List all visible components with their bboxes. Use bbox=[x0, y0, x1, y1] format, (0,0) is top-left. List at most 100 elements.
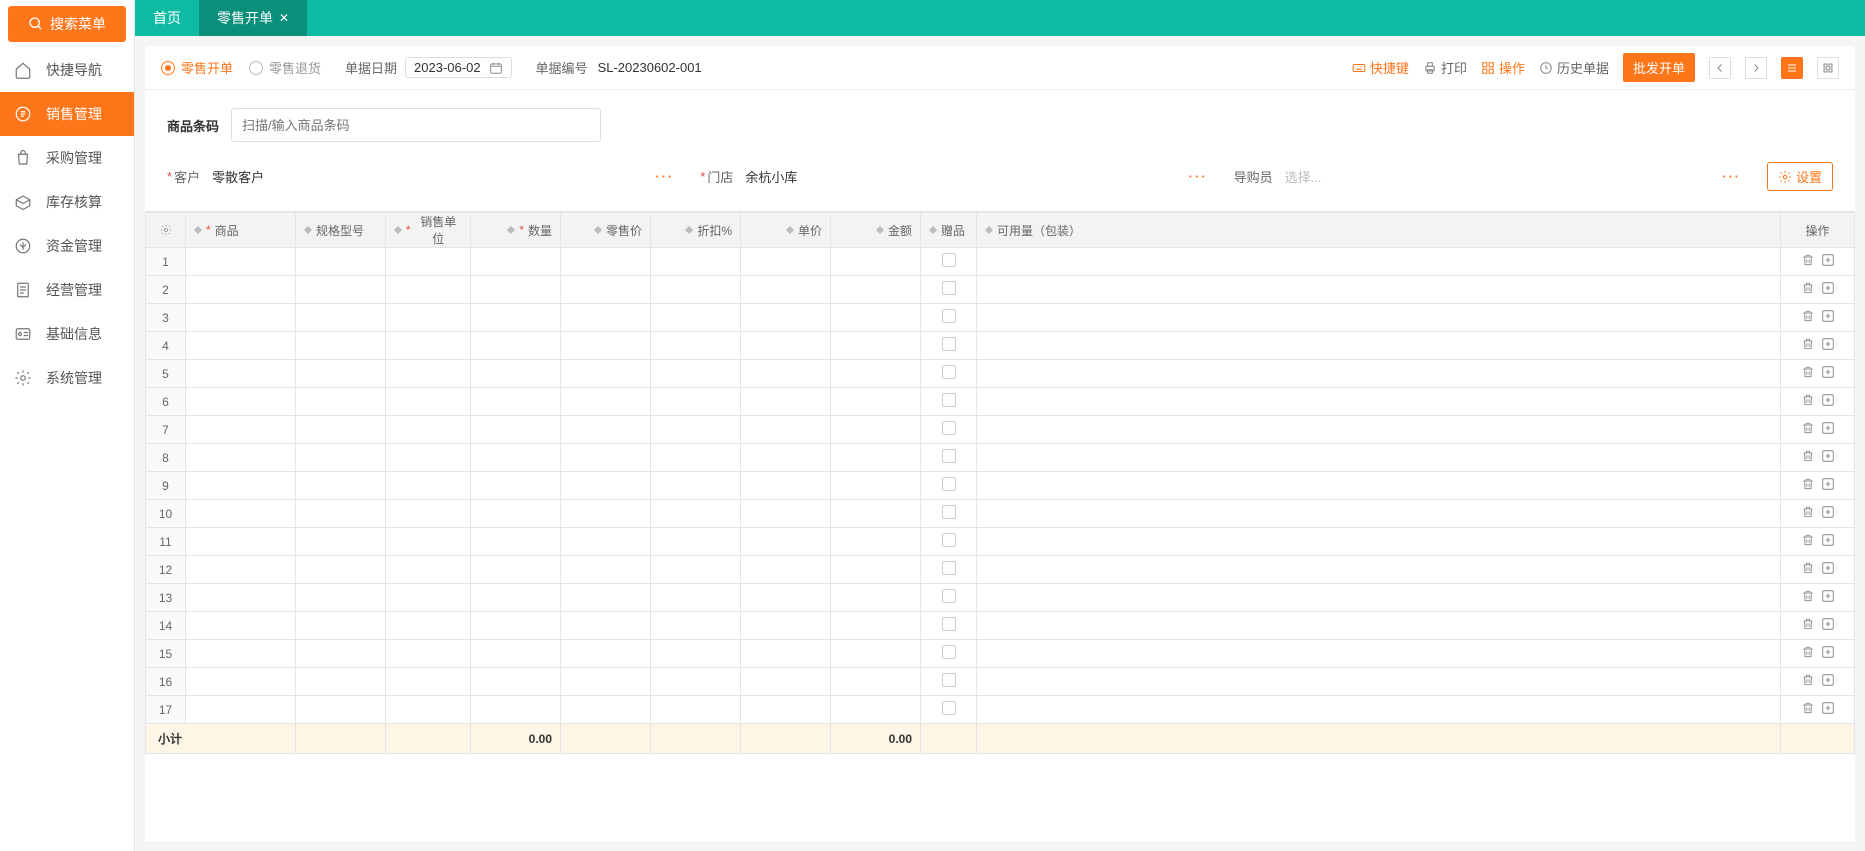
cell-unit[interactable] bbox=[386, 332, 471, 360]
cell-product[interactable] bbox=[186, 472, 296, 500]
cell-qty[interactable] bbox=[471, 388, 561, 416]
cell-retail[interactable] bbox=[561, 388, 651, 416]
cell-amount[interactable] bbox=[831, 528, 921, 556]
cell-discount[interactable] bbox=[651, 332, 741, 360]
delete-row-button[interactable] bbox=[1801, 645, 1815, 659]
cell-qty[interactable] bbox=[471, 416, 561, 444]
cell-price[interactable] bbox=[741, 612, 831, 640]
sidebar-item-sales[interactable]: 销售管理 bbox=[0, 92, 134, 136]
cell-gift[interactable] bbox=[921, 640, 977, 668]
cell-gift[interactable] bbox=[921, 388, 977, 416]
cell-retail[interactable] bbox=[561, 472, 651, 500]
cell-amount[interactable] bbox=[831, 304, 921, 332]
cell-gift[interactable] bbox=[921, 248, 977, 276]
cell-product[interactable] bbox=[186, 696, 296, 724]
cell-unit[interactable] bbox=[386, 276, 471, 304]
cell-product[interactable] bbox=[186, 500, 296, 528]
cell-price[interactable] bbox=[741, 500, 831, 528]
cell-price[interactable] bbox=[741, 248, 831, 276]
cell-discount[interactable] bbox=[651, 556, 741, 584]
cell-amount[interactable] bbox=[831, 360, 921, 388]
operate-button[interactable]: 操作 bbox=[1481, 58, 1525, 77]
cell-price[interactable] bbox=[741, 472, 831, 500]
cell-discount[interactable] bbox=[651, 416, 741, 444]
cell-gift[interactable] bbox=[921, 416, 977, 444]
cell-spec[interactable] bbox=[296, 360, 386, 388]
cell-qty[interactable] bbox=[471, 276, 561, 304]
delete-row-button[interactable] bbox=[1801, 309, 1815, 323]
cell-product[interactable] bbox=[186, 416, 296, 444]
cell-spec[interactable] bbox=[296, 500, 386, 528]
cell-spec[interactable] bbox=[296, 276, 386, 304]
cell-qty[interactable] bbox=[471, 584, 561, 612]
add-row-button[interactable] bbox=[1821, 589, 1835, 603]
more-icon[interactable]: ··· bbox=[1183, 169, 1214, 184]
cell-amount[interactable] bbox=[831, 472, 921, 500]
cell-gift[interactable] bbox=[921, 304, 977, 332]
cell-product[interactable] bbox=[186, 444, 296, 472]
more-icon[interactable]: ··· bbox=[649, 169, 680, 184]
cell-spec[interactable] bbox=[296, 248, 386, 276]
checkbox-icon[interactable] bbox=[942, 449, 956, 463]
cell-amount[interactable] bbox=[831, 276, 921, 304]
cell-retail[interactable] bbox=[561, 584, 651, 612]
cell-amount[interactable] bbox=[831, 332, 921, 360]
cell-product[interactable] bbox=[186, 360, 296, 388]
cell-gift[interactable] bbox=[921, 360, 977, 388]
delete-row-button[interactable] bbox=[1801, 617, 1815, 631]
cell-price[interactable] bbox=[741, 304, 831, 332]
cell-spec[interactable] bbox=[296, 584, 386, 612]
cell-product[interactable] bbox=[186, 556, 296, 584]
cell-amount[interactable] bbox=[831, 248, 921, 276]
cell-discount[interactable] bbox=[651, 612, 741, 640]
cell-unit[interactable] bbox=[386, 500, 471, 528]
cell-qty[interactable] bbox=[471, 472, 561, 500]
checkbox-icon[interactable] bbox=[942, 645, 956, 659]
table-row[interactable]: 9 bbox=[146, 472, 1855, 500]
cell-unit[interactable] bbox=[386, 360, 471, 388]
cell-discount[interactable] bbox=[651, 668, 741, 696]
cell-retail[interactable] bbox=[561, 248, 651, 276]
cell-product[interactable] bbox=[186, 332, 296, 360]
delete-row-button[interactable] bbox=[1801, 281, 1815, 295]
cell-amount[interactable] bbox=[831, 668, 921, 696]
add-row-button[interactable] bbox=[1821, 617, 1835, 631]
checkbox-icon[interactable] bbox=[942, 617, 956, 631]
sidebar-item-quicknav[interactable]: 快捷导航 bbox=[0, 48, 134, 92]
checkbox-icon[interactable] bbox=[942, 505, 956, 519]
cell-retail[interactable] bbox=[561, 528, 651, 556]
add-row-button[interactable] bbox=[1821, 449, 1835, 463]
cell-gift[interactable] bbox=[921, 556, 977, 584]
cell-unit[interactable] bbox=[386, 416, 471, 444]
cell-discount[interactable] bbox=[651, 388, 741, 416]
batch-order-button[interactable]: 批发开单 bbox=[1623, 53, 1695, 82]
table-row[interactable]: 17 bbox=[146, 696, 1855, 724]
table-row[interactable]: 1 bbox=[146, 248, 1855, 276]
table-wrapper[interactable]: *商品 规格型号 *销售单位 *数量 零售价 折扣% 单价 金额 赠品 可用量（… bbox=[145, 211, 1855, 841]
cell-discount[interactable] bbox=[651, 360, 741, 388]
cell-price[interactable] bbox=[741, 528, 831, 556]
cell-retail[interactable] bbox=[561, 556, 651, 584]
radio-retail-order[interactable]: 零售开单 bbox=[161, 58, 233, 77]
delete-row-button[interactable] bbox=[1801, 505, 1815, 519]
cell-product[interactable] bbox=[186, 612, 296, 640]
sidebar-item-purchase[interactable]: 采购管理 bbox=[0, 136, 134, 180]
col-spec[interactable]: 规格型号 bbox=[296, 213, 386, 248]
sidebar-item-basic[interactable]: 基础信息 bbox=[0, 312, 134, 356]
cell-product[interactable] bbox=[186, 528, 296, 556]
prev-button[interactable] bbox=[1709, 57, 1731, 79]
delete-row-button[interactable] bbox=[1801, 337, 1815, 351]
cell-product[interactable] bbox=[186, 276, 296, 304]
add-row-button[interactable] bbox=[1821, 561, 1835, 575]
cell-spec[interactable] bbox=[296, 556, 386, 584]
cell-gift[interactable] bbox=[921, 500, 977, 528]
cell-retail[interactable] bbox=[561, 612, 651, 640]
cell-qty[interactable] bbox=[471, 360, 561, 388]
delete-row-button[interactable] bbox=[1801, 561, 1815, 575]
cell-spec[interactable] bbox=[296, 528, 386, 556]
cell-discount[interactable] bbox=[651, 500, 741, 528]
cell-amount[interactable] bbox=[831, 416, 921, 444]
table-row[interactable]: 8 bbox=[146, 444, 1855, 472]
next-button[interactable] bbox=[1745, 57, 1767, 79]
cell-discount[interactable] bbox=[651, 276, 741, 304]
